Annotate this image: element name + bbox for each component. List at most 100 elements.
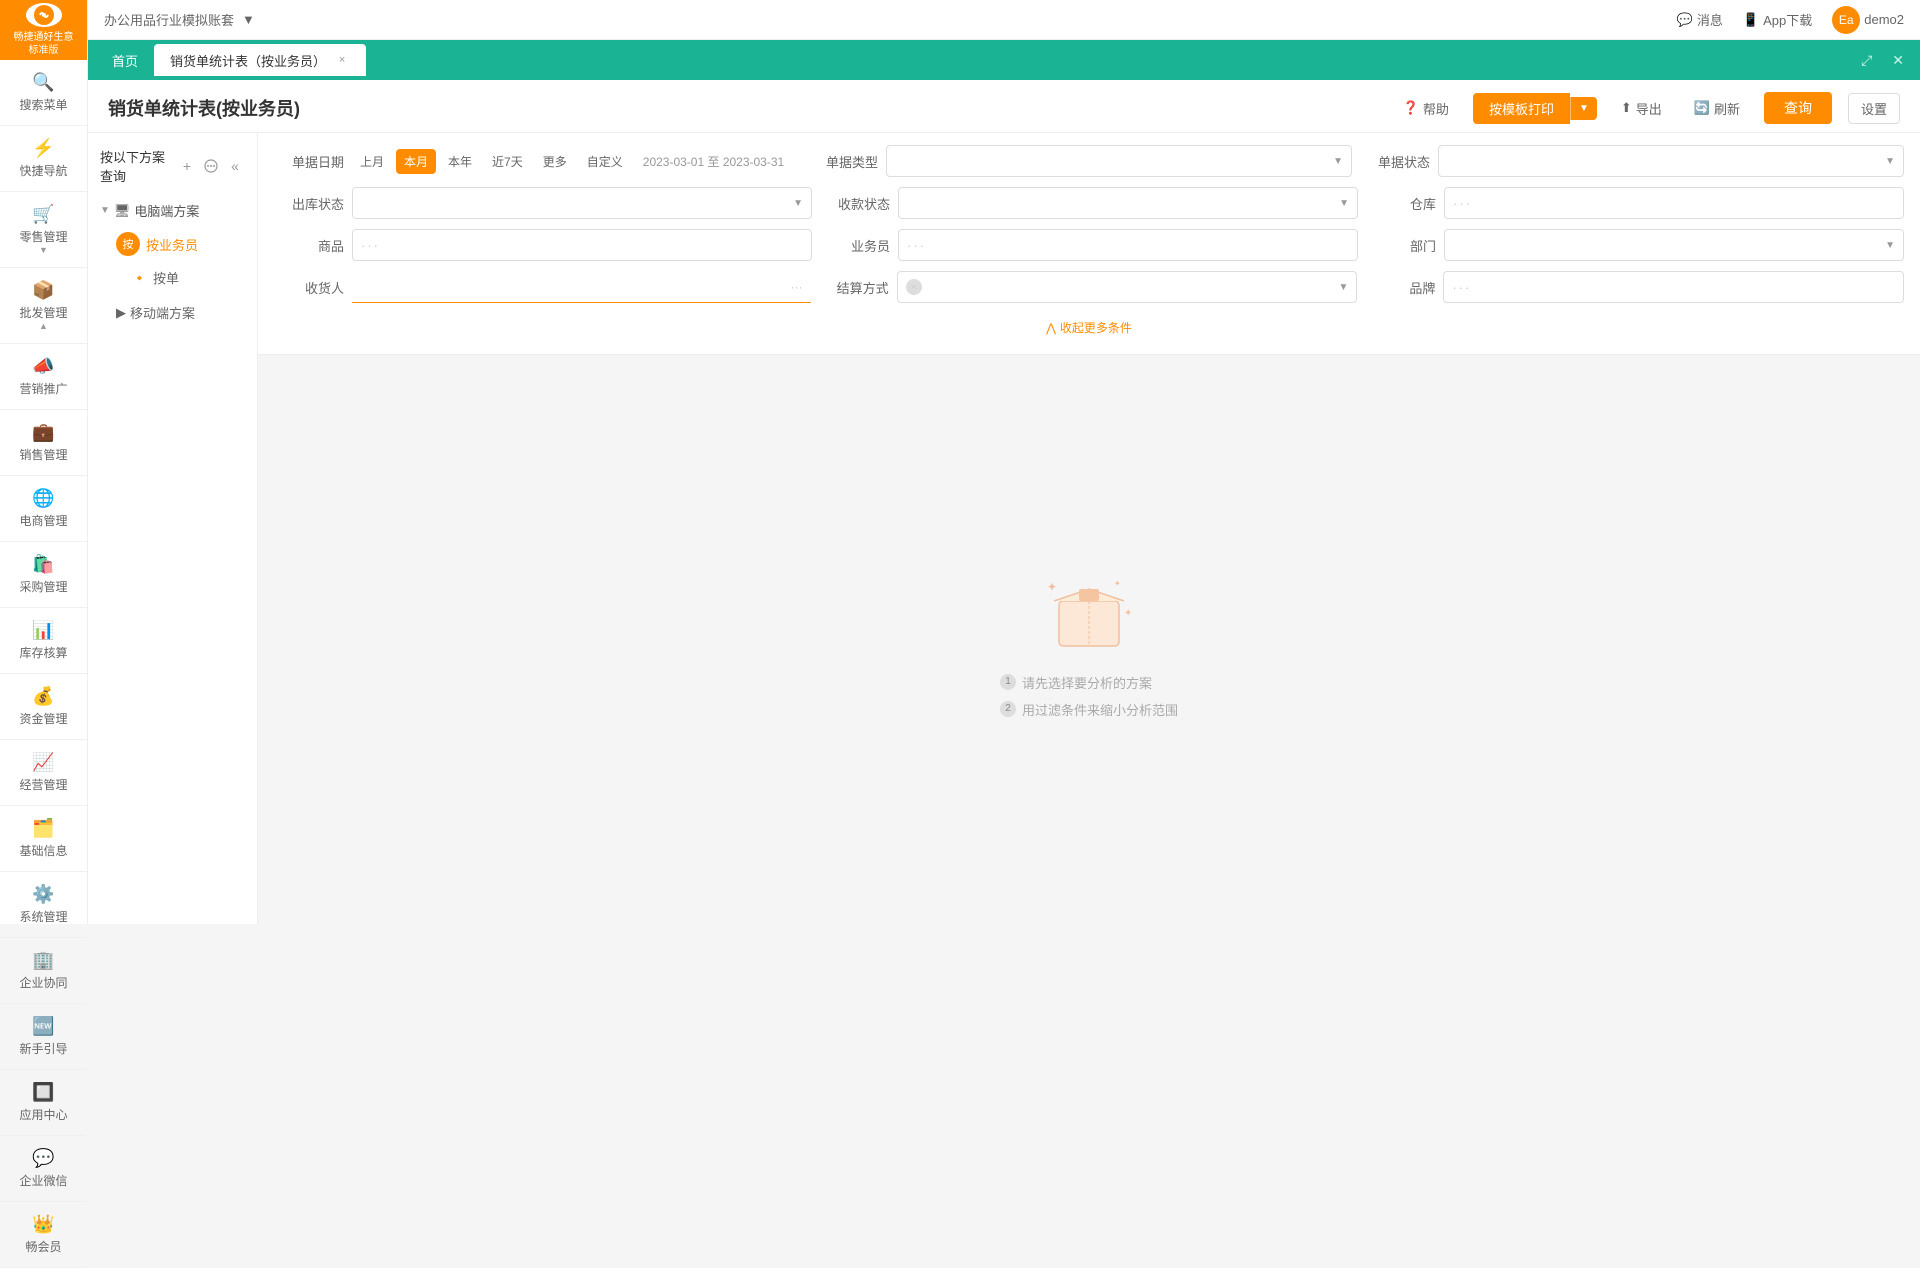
goods-dropdown[interactable]: ··· — [352, 229, 812, 261]
warehouse-dropdown[interactable]: ··· — [1444, 187, 1904, 219]
scheme-panel: 按以下方案查询 + « — [88, 133, 258, 924]
settlement-dropdown[interactable]: × ▼ — [897, 271, 1358, 303]
sidebar-item-purchase[interactable]: 🛍️ 采购管理 — [0, 542, 87, 608]
scheme-collapse-btn[interactable]: « — [225, 156, 245, 176]
desktop-arrow-icon: ▼ — [100, 205, 110, 216]
tab-home[interactable]: 首页 — [96, 44, 154, 76]
type-dropdown[interactable]: ▼ — [886, 145, 1352, 177]
print-arrow-btn[interactable]: ▼ — [1570, 97, 1597, 120]
sidebar-item-vip[interactable]: 👑 畅会员 — [0, 1202, 87, 1268]
date-btn-more[interactable]: 更多 — [535, 149, 575, 174]
salesperson-dropdown[interactable]: ··· — [898, 229, 1358, 261]
print-main-btn[interactable]: 按模板打印 — [1473, 93, 1570, 124]
scheme-mobile-group: ▶ 移动端方案 — [88, 297, 257, 328]
user-profile[interactable]: Ea demo2 — [1832, 6, 1904, 34]
sidebar-item-sales[interactable]: 💼 销售管理 — [0, 410, 87, 476]
scheme-by-order[interactable]: 🔸 按单 — [88, 262, 257, 293]
scheme-title: 按以下方案查询 — [100, 147, 177, 185]
sidebar-item-enterprise[interactable]: 🏢 企业协同 — [0, 938, 87, 1004]
department-arrow-icon: ▼ — [1885, 240, 1895, 251]
empty-icon: ✦ ✦ ✦ — [1039, 561, 1139, 661]
sidebar-item-inventory[interactable]: 📊 库存核算 — [0, 608, 87, 674]
sidebar-item-operation[interactable]: 📈 经营管理 — [0, 740, 87, 806]
system-icon: ⚙️ — [32, 884, 54, 905]
sidebar-item-quicknav[interactable]: ⚡ 快捷导航 — [0, 126, 87, 192]
app-download-btn[interactable]: 📱 App下载 — [1743, 10, 1812, 29]
order-icon: 🔸 — [132, 271, 147, 285]
username-label: demo2 — [1864, 12, 1904, 27]
filter-row-1: 单据日期 上月 本月 本年 近7天 更多 自定义 2023-03-01 至 20… — [274, 145, 1904, 177]
tab-maximize-btn[interactable]: ⤢ — [1853, 52, 1880, 69]
collapse-btn[interactable]: ⋀ 收起更多条件 — [274, 313, 1904, 342]
sidebar-item-wechat[interactable]: 💬 企业微信 — [0, 1136, 87, 1202]
status-dropdown[interactable]: ▼ — [1438, 145, 1904, 177]
brand-dots: ··· — [1452, 280, 1471, 295]
settlement-arrow-icon: ▼ — [1338, 282, 1348, 293]
tab-active[interactable]: 销货单统计表（按业务员） × — [154, 44, 366, 76]
inventory-icon: 📊 — [32, 620, 54, 641]
sidebar-item-basic[interactable]: 🗂️ 基础信息 — [0, 806, 87, 872]
date-btn-prev-month[interactable]: 上月 — [352, 149, 392, 174]
refresh-btn[interactable]: 🔄 刷新 — [1686, 95, 1748, 122]
sidebar-item-system[interactable]: ⚙️ 系统管理 — [0, 872, 87, 938]
app-name[interactable]: 办公用品行业模拟账套 — [104, 10, 234, 29]
download-icon: 📱 — [1743, 12, 1759, 28]
sidebar-item-retail[interactable]: 🛒 零售管理 ▼ — [0, 192, 87, 268]
consignee-dots: ··· — [791, 280, 803, 294]
sidebar-item-vip-label: 畅会员 — [25, 1238, 61, 1255]
delivery-arrow-icon: ▼ — [793, 198, 803, 209]
sidebar-item-ecom[interactable]: 🌐 电商管理 — [0, 476, 87, 542]
tab-close-btn[interactable]: × — [334, 52, 350, 68]
date-btn-custom[interactable]: 自定义 — [579, 149, 631, 174]
brand-dropdown[interactable]: ··· — [1443, 271, 1904, 303]
print-btn[interactable]: 按模板打印 ▼ — [1473, 93, 1597, 124]
sidebar-item-marketing-label: 营销推广 — [19, 380, 67, 397]
sidebar-item-finance[interactable]: 💰 资金管理 — [0, 674, 87, 740]
wechat-icon: 💬 — [32, 1148, 54, 1169]
main-area: 办公用品行业模拟账套 ▼ 💬 消息 📱 App下载 Ea demo2 首页 销货… — [88, 0, 1920, 924]
tip-text-1: 请先选择要分析的方案 — [1022, 673, 1152, 692]
sidebar-item-apps[interactable]: 🔲 应用中心 — [0, 1070, 87, 1136]
date-filter: 上月 本月 本年 近7天 更多 自定义 2023-03-01 至 2023-03… — [352, 149, 800, 174]
delivery-dropdown[interactable]: ▼ — [352, 187, 812, 219]
consignee-text[interactable] — [360, 279, 791, 294]
page-actions: ❓ 帮助 按模板打印 ▼ ⬆ 导出 🔄 刷新 查询 设置 — [1395, 92, 1900, 124]
scheme-add-btn[interactable]: + — [177, 156, 197, 176]
settings-btn[interactable]: 设置 — [1848, 93, 1900, 124]
sidebar: 畅捷通好生意 标准版 🔍 搜索菜单 ⚡ 快捷导航 🛒 零售管理 ▼ 📦 批发管理… — [0, 0, 88, 924]
scheme-desktop-title[interactable]: ▼ 🖥 电脑端方案 — [88, 195, 257, 226]
sidebar-item-marketing[interactable]: 📣 营销推广 — [0, 344, 87, 410]
retail-icon: 🛒 — [32, 204, 54, 225]
message-btn[interactable]: 💬 消息 — [1677, 10, 1723, 29]
date-btn-cur-year[interactable]: 本年 — [440, 149, 480, 174]
export-btn[interactable]: ⬆ 导出 — [1613, 95, 1670, 122]
operation-icon: 📈 — [32, 752, 54, 773]
scheme-by-salesperson[interactable]: 按 按业务员 — [88, 226, 257, 262]
logo-text: 畅捷通好生意 标准版 — [14, 31, 74, 57]
scheme-edit-btn[interactable] — [201, 156, 221, 176]
sidebar-item-guide[interactable]: 🆕 新手引导 — [0, 1004, 87, 1070]
scheme-mobile-title[interactable]: ▶ 移动端方案 — [88, 297, 257, 328]
payment-dropdown[interactable]: ▼ — [898, 187, 1358, 219]
empty-state: ✦ ✦ ✦ 1 请先选择要分析的方案 2 — [258, 355, 1920, 924]
sidebar-item-basic-label: 基础信息 — [19, 842, 67, 859]
wholesale-icon: 📦 — [32, 280, 54, 301]
consignee-input[interactable]: ··· — [352, 271, 811, 303]
date-btn-7days[interactable]: 近7天 — [484, 149, 531, 174]
sidebar-item-wholesale[interactable]: 📦 批发管理 ▲ — [0, 268, 87, 344]
tab-active-label: 销货单统计表（按业务员） — [170, 51, 326, 70]
payment-label: 收款状态 — [820, 194, 890, 213]
date-btn-cur-month[interactable]: 本月 — [396, 149, 436, 174]
department-dropdown[interactable]: ▼ — [1444, 229, 1904, 261]
help-btn[interactable]: ❓ 帮助 — [1395, 95, 1457, 122]
mobile-label: 移动端方案 — [130, 303, 195, 322]
export-label: 导出 — [1636, 99, 1662, 118]
topbar-dropdown-arrow[interactable]: ▼ — [242, 12, 255, 27]
page-content: 销货单统计表(按业务员) ❓ 帮助 按模板打印 ▼ ⬆ 导出 🔄 刷新 — [88, 80, 1920, 924]
settlement-clear-btn[interactable]: × — [906, 279, 922, 295]
filter-area: 单据日期 上月 本月 本年 近7天 更多 自定义 2023-03-01 至 20… — [258, 133, 1920, 355]
query-btn[interactable]: 查询 — [1764, 92, 1832, 124]
sidebar-item-search[interactable]: 🔍 搜索菜单 — [0, 60, 87, 126]
tab-close-all-btn[interactable]: ✕ — [1884, 52, 1912, 69]
wholesale-expand-icon: ▲ — [39, 321, 48, 331]
